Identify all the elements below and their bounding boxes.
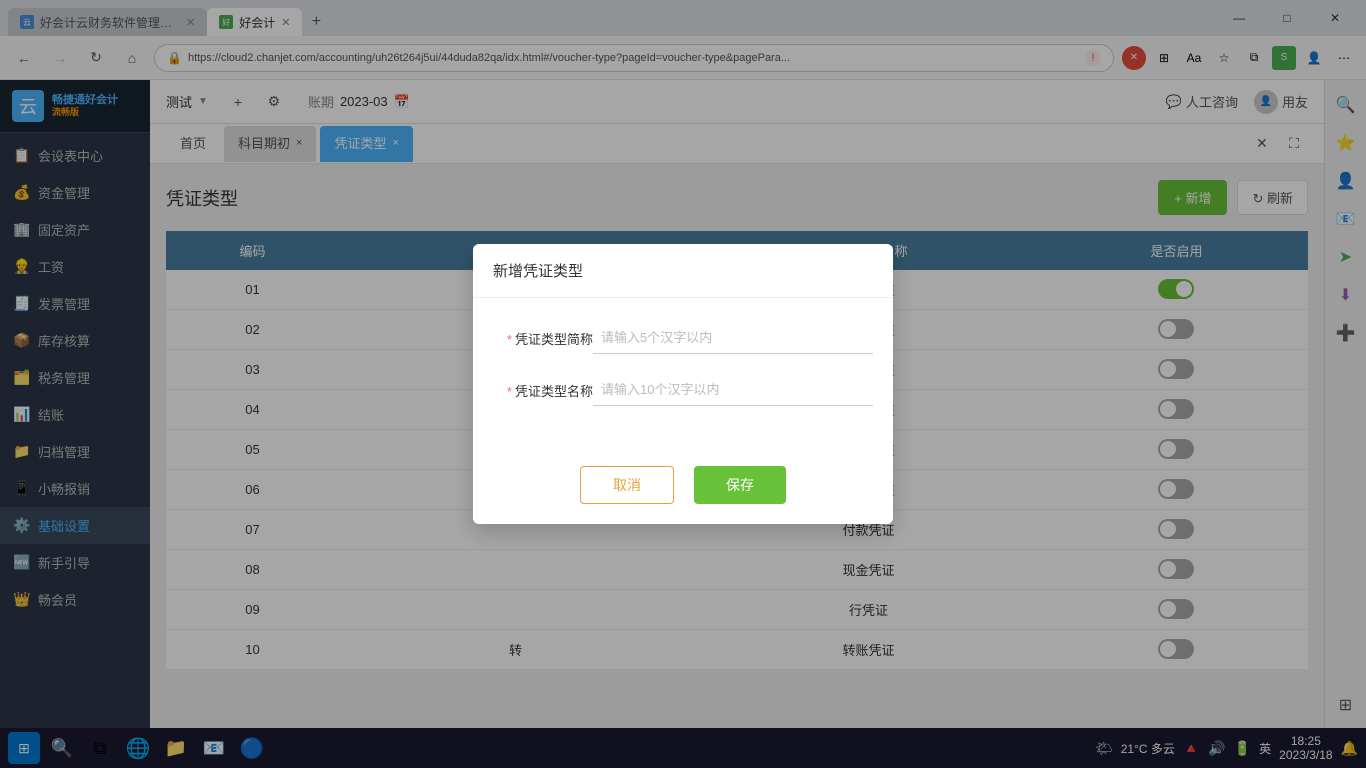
name-label: *凭证类型名称	[493, 381, 593, 400]
form-row-abbr: *凭证类型简称	[493, 322, 873, 354]
save-button[interactable]: 保存	[694, 466, 786, 504]
abbr-input[interactable]	[593, 322, 873, 354]
dialog-title: 新增凭证类型	[493, 263, 583, 280]
name-required-mark: *	[507, 384, 512, 399]
dialog-header: 新增凭证类型	[473, 244, 893, 298]
dialog-footer: 取消 保存	[473, 450, 893, 524]
dialog: 新增凭证类型 *凭证类型简称 *凭证类型名称 取消 保存	[473, 244, 893, 524]
abbr-label: *凭证类型简称	[493, 329, 593, 348]
dialog-body: *凭证类型简称 *凭证类型名称	[473, 298, 893, 450]
form-row-name: *凭证类型名称	[493, 374, 873, 406]
abbr-required-mark: *	[507, 332, 512, 347]
name-input[interactable]	[593, 374, 873, 406]
dialog-overlay: 新增凭证类型 *凭证类型简称 *凭证类型名称 取消 保存	[0, 0, 1366, 768]
cancel-button[interactable]: 取消	[580, 466, 674, 504]
